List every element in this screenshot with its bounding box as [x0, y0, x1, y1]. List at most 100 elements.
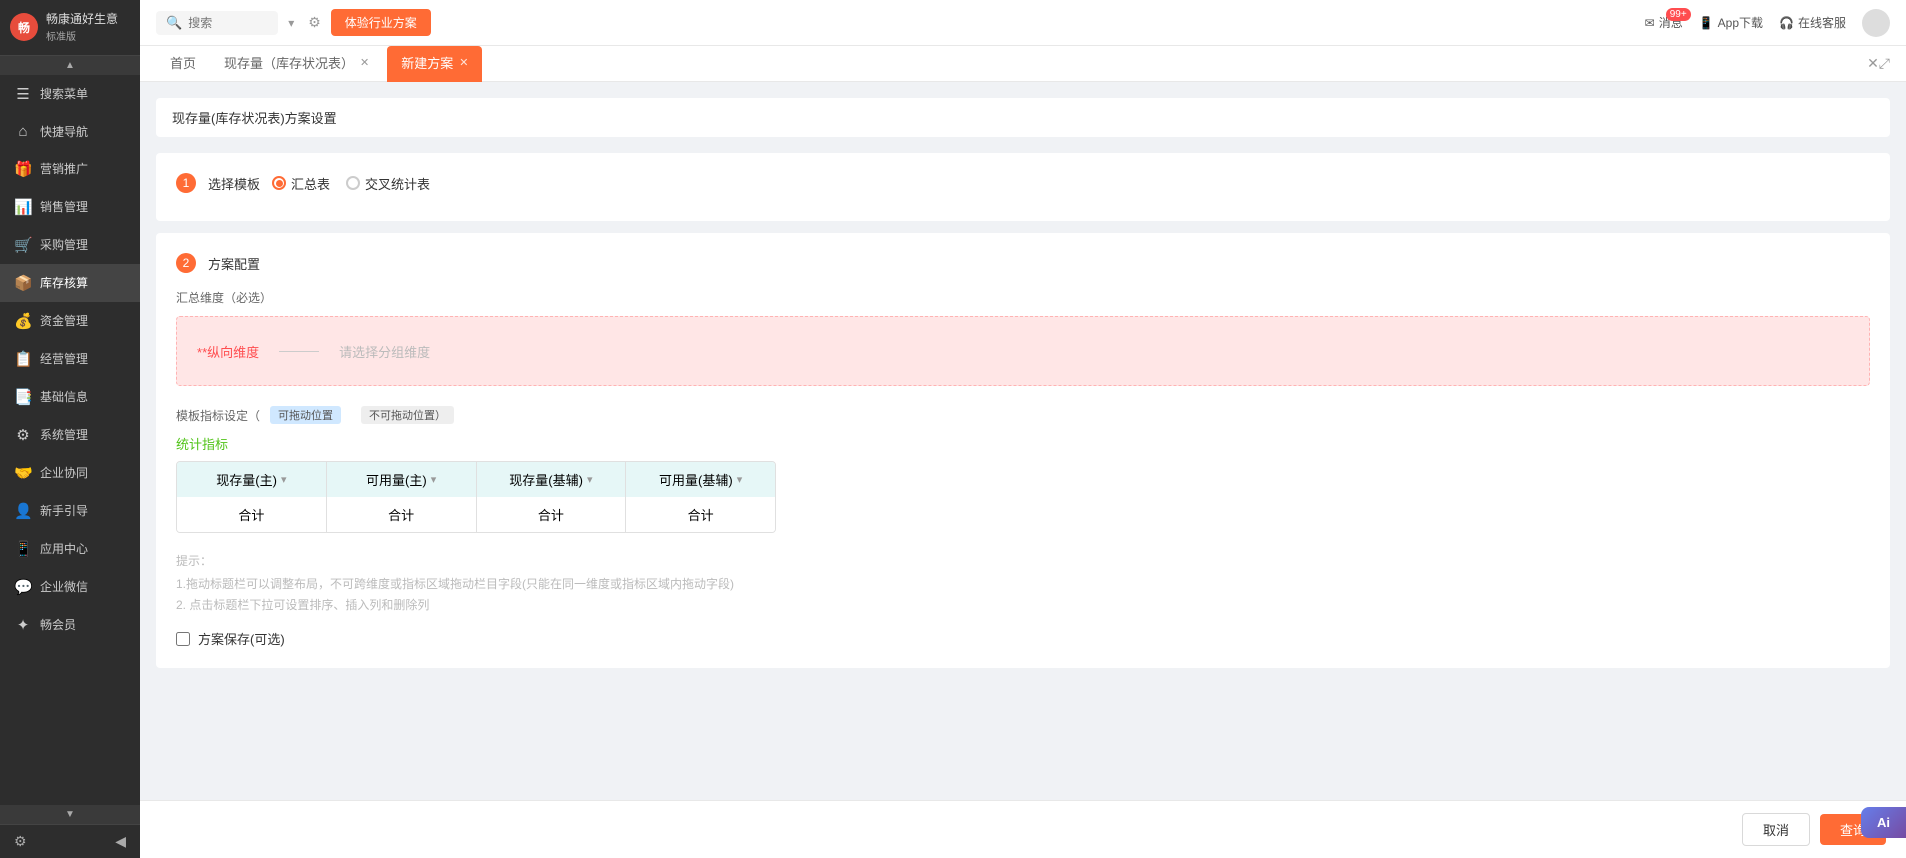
step1-badge: 1	[176, 173, 196, 193]
dimension-separator	[279, 351, 319, 352]
messages-button[interactable]: ✉ 消息 99+	[1645, 14, 1683, 31]
stats-col-header-3-label: 可用量(基辅)	[659, 470, 733, 489]
main-area: 🔍 ▾ ⚙ 体验行业方案 ✉ 消息 99+ 📱 App下载 🎧 在线客服	[140, 0, 1906, 858]
stats-col-header-0-label: 现存量(主)	[216, 470, 277, 489]
sidebar-item-system-label: 系统管理	[40, 426, 88, 443]
sidebar-item-sales[interactable]: 📊 销售管理	[0, 188, 140, 226]
tab-home-label: 首页	[170, 53, 196, 72]
user-avatar[interactable]	[1862, 9, 1890, 37]
collapse-icon[interactable]: ◀	[115, 833, 126, 850]
sidebar-scroll-down[interactable]: ▼	[0, 805, 140, 824]
sidebar-item-quick-nav[interactable]: ⌂ 快捷导航	[0, 113, 140, 150]
sidebar-item-base-info[interactable]: 📑 基础信息	[0, 378, 140, 416]
business-icon: 📋	[14, 350, 32, 368]
gear-icon[interactable]: ⚙	[308, 14, 321, 31]
stats-table-header: 现存量(主) ▾ 可用量(主) ▾ 现存量(基辅) ▾	[177, 462, 775, 497]
sidebar-item-new-user-label: 新手引导	[40, 502, 88, 519]
tab-inventory-status-label: 现存量（库存状况表）	[224, 53, 354, 72]
search-box[interactable]: 🔍	[156, 11, 278, 35]
sidebar-item-wechat-label: 企业微信	[40, 578, 88, 595]
sidebar-item-search-menu[interactable]: ☰ 搜索菜单	[0, 75, 140, 113]
ai-badge[interactable]: Ai	[1861, 807, 1906, 838]
new-user-icon: 👤	[14, 502, 32, 520]
sidebar-scroll-up[interactable]: ▲	[0, 56, 140, 75]
sidebar-item-finance[interactable]: 💰 资金管理	[0, 302, 140, 340]
stats-col-body-0-val: 合计	[238, 505, 264, 524]
base-info-icon: 📑	[14, 388, 32, 406]
dimension-box[interactable]: **纵向维度 请选择分组维度	[176, 316, 1870, 386]
app-icon: 📱	[1699, 16, 1714, 30]
vip-icon: ✦	[14, 616, 32, 634]
stats-col-arrow-2[interactable]: ▾	[587, 473, 593, 486]
purchase-icon: 🛒	[14, 236, 32, 254]
dimension-placeholder: 请选择分组维度	[339, 342, 430, 361]
service-button[interactable]: 🎧 在线客服	[1779, 14, 1846, 31]
sidebar-item-vip-label: 畅会员	[40, 616, 76, 633]
tab-home[interactable]: 首页	[156, 46, 210, 82]
sidebar-item-business[interactable]: 📋 经营管理	[0, 340, 140, 378]
sidebar: 畅 畅康通好生意 标准版 ▲ ☰ 搜索菜单 ⌂ 快捷导航 🎁 营销推广 📊 销售…	[0, 0, 140, 858]
stats-col-arrow-0[interactable]: ▾	[281, 473, 287, 486]
logo-icon: 畅	[10, 13, 38, 41]
tab-inventory-status-close[interactable]: ✕	[360, 56, 369, 69]
sidebar-item-business-label: 经营管理	[40, 350, 88, 367]
tab-new-plan-close[interactable]: ✕	[459, 56, 468, 69]
stats-col-arrow-1[interactable]: ▾	[431, 473, 437, 486]
dimension-required-label: **纵向维度	[197, 342, 259, 361]
sidebar-item-search-menu-label: 搜索菜单	[40, 85, 88, 102]
search-input[interactable]	[188, 16, 268, 30]
finance-icon: 💰	[14, 312, 32, 330]
save-label: 方案保存(可选)	[198, 629, 285, 648]
marketing-icon: 🎁	[14, 160, 32, 178]
inventory-icon: 📦	[14, 274, 32, 292]
radio-cross[interactable]: 交叉统计表	[346, 174, 430, 193]
stats-col-body-2-val: 合计	[538, 505, 564, 524]
tab-inventory-status[interactable]: 现存量（库存状况表） ✕	[210, 46, 383, 82]
settings-icon[interactable]: ⚙	[14, 833, 27, 850]
tips-title: 提示：	[176, 552, 1870, 569]
radio-summary-circle	[272, 176, 286, 190]
sidebar-item-wechat[interactable]: 💬 企业微信	[0, 568, 140, 606]
template-radio-group: 汇总表 交叉统计表	[272, 174, 430, 193]
tips-item-0: 1.拖动标题栏可以调整布局，不可跨维度或指标区域拖动栏目字段(只能在同一维度或指…	[176, 575, 1870, 592]
sidebar-item-enterprise[interactable]: 🤝 企业协同	[0, 454, 140, 492]
sidebar-item-enterprise-label: 企业协同	[40, 464, 88, 481]
sidebar-item-marketing[interactable]: 🎁 营销推广	[0, 150, 140, 188]
stats-col-header-1[interactable]: 可用量(主) ▾	[327, 462, 477, 497]
bottom-bar: 取消 查询	[140, 800, 1906, 858]
step2-badge: 2	[176, 253, 196, 273]
fixed-badge: 不可拖动位置）	[361, 406, 454, 424]
stats-col-arrow-3[interactable]: ▾	[737, 473, 743, 486]
system-icon: ⚙	[14, 426, 32, 444]
stats-col-body-3-val: 合计	[688, 505, 714, 524]
messages-badge: 99+	[1666, 8, 1691, 21]
panel-expand-button[interactable]: ⤢	[1879, 55, 1890, 72]
service-label: 在线客服	[1798, 14, 1846, 31]
sidebar-item-new-user[interactable]: 👤 新手引导	[0, 492, 140, 530]
headset-icon: 🎧	[1779, 16, 1794, 30]
wechat-icon: 💬	[14, 578, 32, 596]
stats-col-header-2[interactable]: 现存量(基辅) ▾	[477, 462, 627, 497]
save-checkbox[interactable]	[176, 632, 190, 646]
enterprise-icon: 🤝	[14, 464, 32, 482]
stats-col-header-1-label: 可用量(主)	[366, 470, 427, 489]
sidebar-item-base-info-label: 基础信息	[40, 388, 88, 405]
app-download-button[interactable]: 📱 App下载	[1699, 14, 1763, 31]
trial-button[interactable]: 体验行业方案	[331, 9, 431, 36]
sidebar-item-system[interactable]: ⚙ 系统管理	[0, 416, 140, 454]
sidebar-item-purchase[interactable]: 🛒 采购管理	[0, 226, 140, 264]
stats-table: 现存量(主) ▾ 可用量(主) ▾ 现存量(基辅) ▾	[176, 461, 776, 533]
radio-summary[interactable]: 汇总表	[272, 174, 330, 193]
sidebar-item-inventory[interactable]: 📦 库存核算	[0, 264, 140, 302]
indicator-section: 模板指标设定（ 可拖动位置 不可拖动位置） 统计指标 现存量(主) ▾	[176, 406, 1870, 536]
stats-col-header-0[interactable]: 现存量(主) ▾	[177, 462, 327, 497]
stats-col-header-3[interactable]: 可用量(基辅) ▾	[626, 462, 775, 497]
sidebar-item-finance-label: 资金管理	[40, 312, 88, 329]
sidebar-item-app-center[interactable]: 📱 应用中心	[0, 530, 140, 568]
cancel-button[interactable]: 取消	[1742, 813, 1810, 846]
sidebar-item-vip[interactable]: ✦ 畅会员	[0, 606, 140, 644]
stats-col-body-1: 合计	[327, 497, 477, 532]
panel-close-button[interactable]: ✕	[1867, 55, 1879, 72]
tab-new-plan[interactable]: 新建方案 ✕	[387, 46, 482, 82]
search-dropdown-icon[interactable]: ▾	[288, 16, 294, 30]
